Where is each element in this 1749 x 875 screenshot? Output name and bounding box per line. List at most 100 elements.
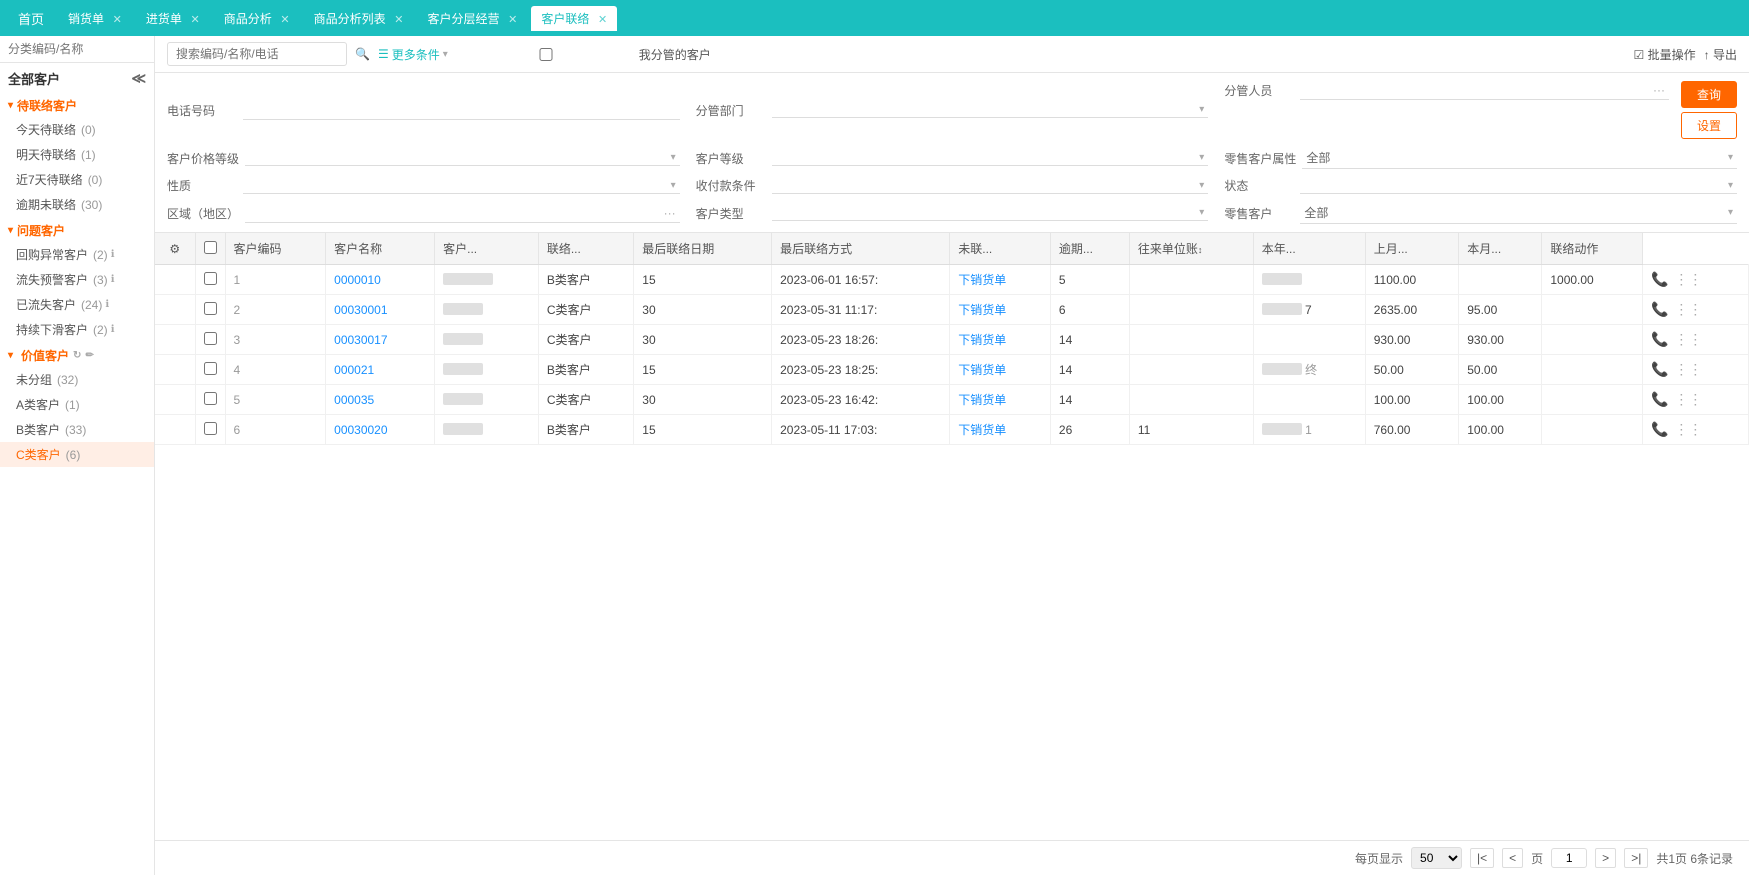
row-action-phone[interactable]: 📞 (1651, 271, 1668, 288)
row-method-link[interactable]: 下销货单 (958, 393, 1006, 407)
col-checkbox-header[interactable] (195, 233, 225, 265)
info-icon-warning[interactable]: ℹ (111, 274, 115, 285)
col-last-method[interactable]: 最后联络方式 (772, 233, 950, 265)
value-group-edit[interactable]: ✏ (85, 350, 93, 361)
last-page-btn[interactable]: >| (1624, 848, 1648, 868)
row-action-phone[interactable]: 📞 (1651, 331, 1668, 348)
nav-product-list[interactable]: 商品分析列表 ✕ (304, 6, 414, 31)
col-name[interactable]: 客户名称 (326, 233, 435, 265)
row-action-phone[interactable]: 📞 (1651, 361, 1668, 378)
row-method-link[interactable]: 下销货单 (958, 273, 1006, 287)
nav-product-analysis[interactable]: 商品分析 ✕ (214, 6, 300, 31)
more-conditions-btn[interactable]: ☰ 更多条件 ▾ (378, 46, 448, 63)
row-method-link[interactable]: 下销货单 (958, 303, 1006, 317)
status-select[interactable]: ▾ (1300, 178, 1737, 194)
filter-search-icon[interactable]: 🔍 (355, 47, 370, 61)
col-this-month[interactable]: 本月... (1459, 233, 1542, 265)
first-page-btn[interactable]: |< (1470, 848, 1494, 868)
nav-close-customer-tier[interactable]: ✕ (508, 14, 517, 26)
retail-attr-select[interactable]: 全部 ▾ (1302, 147, 1737, 169)
sidebar-group-pending[interactable]: 待联络客户 (0, 92, 154, 117)
sidebar-item-today[interactable]: 今天待联络(0) (0, 117, 154, 142)
all-customers-label[interactable]: 全部客户 ≪ (0, 63, 154, 92)
col-last-date[interactable]: 最后联络日期 (634, 233, 772, 265)
sidebar-item-7days[interactable]: 近7天待联络(0) (0, 167, 154, 192)
nav-home[interactable]: 首页 (8, 5, 54, 32)
col-settings[interactable]: ⚙ (155, 233, 195, 265)
phone-input[interactable] (243, 101, 680, 120)
nav-purchase[interactable]: 进货单 ✕ (136, 6, 210, 31)
row-method-link[interactable]: 下销货单 (958, 363, 1006, 377)
price-level-select[interactable]: ▾ (245, 150, 680, 166)
row-action-more[interactable]: ⋮⋮ (1674, 361, 1702, 378)
nav-close-product-analysis[interactable]: ✕ (280, 14, 289, 26)
sidebar-item-tomorrow[interactable]: 明天待联络(1) (0, 142, 154, 167)
value-group-refresh[interactable]: ↻ (73, 350, 81, 361)
sidebar-item-lost[interactable]: 已流失客户(24) ℹ (0, 292, 154, 317)
col-code[interactable]: 客户编码 (225, 233, 326, 265)
sidebar-search-input[interactable] (8, 42, 155, 56)
col-last-month[interactable]: 上月... (1365, 233, 1458, 265)
sidebar-item-declining[interactable]: 持续下滑客户(2) ℹ (0, 317, 154, 342)
row-method-link[interactable]: 下销货单 (958, 423, 1006, 437)
settings-btn[interactable]: 设置 (1681, 112, 1737, 139)
col-no-contact[interactable]: 未联... (950, 233, 1051, 265)
nav-customer-contact[interactable]: 客户联络 ✕ (531, 6, 617, 31)
prev-page-btn[interactable]: < (1502, 848, 1523, 868)
info-icon-declining[interactable]: ℹ (111, 324, 115, 335)
export-btn[interactable]: ↑ 导出 (1704, 46, 1737, 63)
sidebar-item-ungrouped[interactable]: 未分组(32) (0, 367, 154, 392)
search-input[interactable] (167, 42, 347, 66)
nav-customer-tier[interactable]: 客户分层经营 ✕ (417, 6, 527, 31)
row-action-more[interactable]: ⋮⋮ (1674, 421, 1702, 438)
sidebar-item-abnormal[interactable]: 回购异常客户(2) ℹ (0, 242, 154, 267)
col-type[interactable]: 客户... (435, 233, 539, 265)
sidebar-item-overdue[interactable]: 逾期未联络(30) (0, 192, 154, 217)
col-contact[interactable]: 联络... (538, 233, 633, 265)
sidebar-group-value[interactable]: 价值客户 ↻ ✏ (0, 342, 154, 367)
my-customers-check[interactable] (456, 48, 636, 61)
row-method-link[interactable]: 下销货单 (958, 333, 1006, 347)
nav-close-product-list[interactable]: ✕ (394, 14, 403, 26)
dept-select[interactable]: ▾ (772, 102, 1209, 118)
per-page-select[interactable]: 50 100 (1411, 847, 1462, 869)
row-action-phone[interactable]: 📞 (1651, 421, 1668, 438)
col-overdue[interactable]: 逾期... (1050, 233, 1129, 265)
col-action[interactable]: 联络动作 (1542, 233, 1643, 265)
row-checkbox[interactable] (204, 302, 217, 315)
sidebar-item-typeC[interactable]: C类客户(6) (0, 442, 154, 467)
col-account[interactable]: 往来单位账↕ (1129, 233, 1253, 265)
nav-sales[interactable]: 销货单 ✕ (58, 6, 132, 31)
payment-select[interactable]: ▾ (772, 178, 1209, 194)
row-action-more[interactable]: ⋮⋮ (1674, 331, 1702, 348)
nav-close-purchase[interactable]: ✕ (191, 14, 200, 26)
info-icon-lost[interactable]: ℹ (105, 299, 109, 310)
sidebar-item-warning[interactable]: 流失预警客户(3) ℹ (0, 267, 154, 292)
row-action-more[interactable]: ⋮⋮ (1674, 391, 1702, 408)
my-customers-checkbox[interactable]: 我分管的客户 (456, 46, 711, 63)
sidebar-group-problem[interactable]: 问题客户 (0, 217, 154, 242)
next-page-btn[interactable]: > (1595, 848, 1616, 868)
page-input[interactable]: 1 (1551, 848, 1587, 868)
grade-select[interactable]: ▾ (772, 150, 1209, 166)
row-action-more[interactable]: ⋮⋮ (1674, 301, 1702, 318)
row-checkbox[interactable] (204, 332, 217, 345)
sidebar-item-typeA[interactable]: A类客户(1) (0, 392, 154, 417)
nav-close-customer-contact[interactable]: ✕ (598, 14, 607, 26)
batch-op-btn[interactable]: ☑ 批量操作 (1634, 46, 1696, 63)
row-checkbox[interactable] (204, 392, 217, 405)
customer-type-select[interactable]: ▾ (772, 205, 1209, 221)
row-checkbox[interactable] (204, 362, 217, 375)
row-checkbox[interactable] (204, 272, 217, 285)
info-icon-abnormal[interactable]: ℹ (111, 249, 115, 260)
row-checkbox[interactable] (204, 422, 217, 435)
sidebar-item-typeB[interactable]: B类客户(33) (0, 417, 154, 442)
manager-more[interactable]: ··· (1653, 83, 1665, 97)
row-action-more[interactable]: ⋮⋮ (1674, 271, 1702, 288)
nature-select[interactable]: ▾ (243, 178, 680, 194)
retail-customer-select[interactable]: 全部 ▾ (1300, 202, 1737, 224)
query-btn[interactable]: 查询 (1681, 81, 1737, 108)
row-action-phone[interactable]: 📞 (1651, 391, 1668, 408)
row-action-phone[interactable]: 📞 (1651, 301, 1668, 318)
select-all-checkbox[interactable] (204, 241, 217, 254)
